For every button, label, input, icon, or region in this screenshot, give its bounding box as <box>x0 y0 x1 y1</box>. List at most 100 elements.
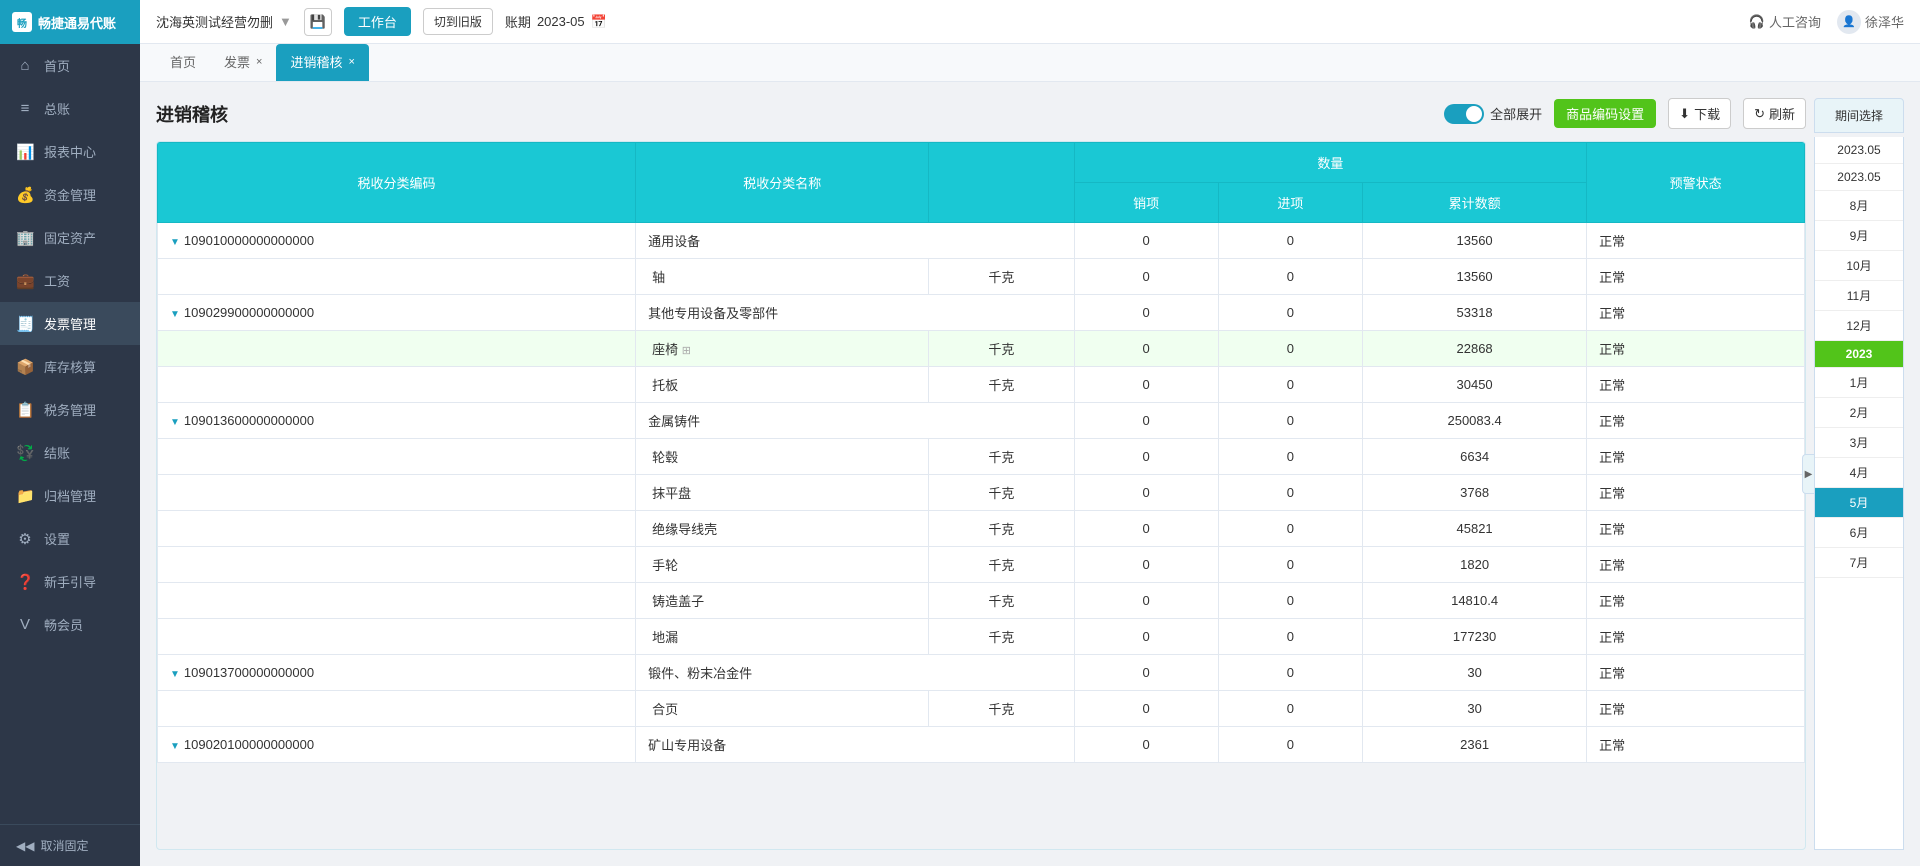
period-item[interactable]: 2月 <box>1815 398 1903 428</box>
sidebar-item-salary[interactable]: 💼 工资 <box>0 259 140 302</box>
tab-invoice[interactable]: 发票 × <box>210 44 276 81</box>
row-name: 地漏 <box>636 619 929 655</box>
guide-icon: ❓ <box>16 573 34 591</box>
row-total: 13560 <box>1363 223 1587 259</box>
sidebar-item-invoice[interactable]: 🧾 发票管理 <box>0 302 140 345</box>
save-button[interactable]: 💾 <box>304 8 332 36</box>
header-actions: 全部展开 商品编码设置 ⬇ 下载 ↻ 刷新 <box>1444 98 1806 129</box>
period-item[interactable]: 11月 <box>1815 281 1903 311</box>
table-row[interactable]: 座椅 ⊞ 千克 0 0 22868 正常 <box>158 331 1805 367</box>
row-name: 轮毂 <box>636 439 929 475</box>
sidebar-item-settings[interactable]: ⚙ 设置 <box>0 517 140 560</box>
toggle-switch[interactable] <box>1444 104 1484 124</box>
table-row[interactable]: 绝缘导线壳 千克 0 0 45821 正常 <box>158 511 1805 547</box>
sidebar-label-salary: 工资 <box>44 271 70 290</box>
table-row[interactable]: ▼109013600000000000 金属铸件 0 0 250083.4 正常 <box>158 403 1805 439</box>
sidebar-item-reports[interactable]: 📊 报表中心 <box>0 130 140 173</box>
period-item[interactable]: 10月 <box>1815 251 1903 281</box>
unpin-button[interactable]: ◀◀ 取消固定 <box>0 824 140 866</box>
expand-icon[interactable]: ▼ <box>170 741 180 752</box>
expand-icon[interactable]: ▼ <box>170 237 180 248</box>
row-code <box>158 475 636 511</box>
download-icon: ⬇ <box>1679 106 1690 122</box>
sidebar-label-tax: 税务管理 <box>44 400 96 419</box>
service-button[interactable]: 🎧 人工咨询 <box>1749 12 1821 31</box>
sidebar-item-home[interactable]: ⌂ 首页 <box>0 44 140 87</box>
download-button[interactable]: ⬇ 下载 <box>1668 98 1731 129</box>
tab-invoice-close[interactable]: × <box>256 56 262 68</box>
sidebar-item-assets[interactable]: 🏢 固定资产 <box>0 216 140 259</box>
calendar-icon[interactable]: 📅 <box>591 14 607 30</box>
table-row[interactable]: 合页 千克 0 0 30 正常 <box>158 691 1805 727</box>
row-status: 正常 <box>1587 727 1805 763</box>
row-unit: 千克 <box>929 547 1074 583</box>
row-sales: 0 <box>1074 727 1218 763</box>
row-purchase: 0 <box>1218 691 1362 727</box>
row-sales: 0 <box>1074 439 1218 475</box>
product-code-button[interactable]: 商品编码设置 <box>1554 99 1656 128</box>
period-item[interactable]: 12月 <box>1815 311 1903 341</box>
row-purchase: 0 <box>1218 619 1362 655</box>
expand-icon[interactable]: ▼ <box>170 669 180 680</box>
sidebar-item-finance[interactable]: 💰 资金管理 <box>0 173 140 216</box>
company-selector[interactable]: 沈海英测试经营勿删 ▼ <box>156 12 292 31</box>
row-total: 2361 <box>1363 727 1587 763</box>
sidebar-item-archive[interactable]: 📁 归档管理 <box>0 474 140 517</box>
period-item[interactable]: 6月 <box>1815 518 1903 548</box>
inventory-icon: 📦 <box>16 358 34 376</box>
sidebar-item-inventory[interactable]: 📦 库存核算 <box>0 345 140 388</box>
table-row[interactable]: 托板 千克 0 0 30450 正常 <box>158 367 1805 403</box>
period-item[interactable]: 2023.05 <box>1815 164 1903 191</box>
expand-label: 全部展开 <box>1490 104 1542 123</box>
tab-reconcile-close[interactable]: × <box>348 56 354 68</box>
sidebar-item-member[interactable]: V 畅会员 <box>0 603 140 646</box>
table-row[interactable]: 地漏 千克 0 0 177230 正常 <box>158 619 1805 655</box>
table-row[interactable]: 铸造盖子 千克 0 0 14810.4 正常 <box>158 583 1805 619</box>
row-status: 正常 <box>1587 475 1805 511</box>
period-item[interactable]: 2023 <box>1815 341 1903 368</box>
switch-version-button[interactable]: 切到旧版 <box>423 8 493 35</box>
period-item[interactable]: 4月 <box>1815 458 1903 488</box>
row-total: 177230 <box>1363 619 1587 655</box>
sidebar-item-ledger[interactable]: ≡ 总账 <box>0 87 140 130</box>
user-menu[interactable]: 👤 徐泽华 <box>1837 10 1904 34</box>
refresh-icon: ↻ <box>1754 106 1765 122</box>
user-name: 徐泽华 <box>1865 12 1904 31</box>
sidebar: 畅 畅捷通易代账 ⌂ 首页 ≡ 总账 📊 报表中心 💰 资金管理 🏢 固定资产 … <box>0 0 140 866</box>
sidebar-item-guide[interactable]: ❓ 新手引导 <box>0 560 140 603</box>
sidebar-item-settlement[interactable]: 💱 结账 <box>0 431 140 474</box>
row-status: 正常 <box>1587 403 1805 439</box>
row-code <box>158 331 636 367</box>
period-item[interactable]: 3月 <box>1815 428 1903 458</box>
period-label: 账期 <box>505 12 531 31</box>
table-row[interactable]: ▼109013700000000000 锻件、粉末冶金件 0 0 30 正常 <box>158 655 1805 691</box>
tab-invoice-label: 发票 <box>224 52 250 71</box>
expand-toggle[interactable]: 全部展开 <box>1444 104 1542 124</box>
period-item[interactable]: 9月 <box>1815 221 1903 251</box>
period-item[interactable]: 2023.05 <box>1815 137 1903 164</box>
tab-home[interactable]: 首页 <box>156 44 210 81</box>
table-row[interactable]: 手轮 千克 0 0 1820 正常 <box>158 547 1805 583</box>
sidebar-label-reports: 报表中心 <box>44 142 96 161</box>
period-item[interactable]: 5月 <box>1815 488 1903 518</box>
tab-bar: 首页 发票 × 进销稽核 × <box>140 44 1920 82</box>
sidebar-item-tax[interactable]: 📋 税务管理 <box>0 388 140 431</box>
table-row[interactable]: 轮毂 千克 0 0 6634 正常 <box>158 439 1805 475</box>
panel-collapse-button[interactable]: ▶ <box>1802 454 1814 494</box>
period-item[interactable]: 1月 <box>1815 368 1903 398</box>
table-row[interactable]: 轴 千克 0 0 13560 正常 <box>158 259 1805 295</box>
expand-icon[interactable]: ▼ <box>170 417 180 428</box>
sidebar-label-archive: 归档管理 <box>44 486 96 505</box>
table-row[interactable]: ▼109020100000000000 矿山专用设备 0 0 2361 正常 <box>158 727 1805 763</box>
table-area: 进销稽核 全部展开 商品编码设置 ⬇ 下载 ↻ 刷新 <box>156 98 1806 850</box>
table-row[interactable]: ▼109010000000000000 通用设备 0 0 13560 正常 <box>158 223 1805 259</box>
workbench-button[interactable]: 工作台 <box>344 7 411 36</box>
refresh-button[interactable]: ↻ 刷新 <box>1743 98 1806 129</box>
table-row[interactable]: 抹平盘 千克 0 0 3768 正常 <box>158 475 1805 511</box>
row-unit: 千克 <box>929 367 1074 403</box>
period-item[interactable]: 7月 <box>1815 548 1903 578</box>
table-row[interactable]: ▼109029900000000000 其他专用设备及零部件 0 0 53318… <box>158 295 1805 331</box>
period-item[interactable]: 8月 <box>1815 191 1903 221</box>
tab-reconcile[interactable]: 进销稽核 × <box>276 44 368 81</box>
expand-icon[interactable]: ▼ <box>170 309 180 320</box>
